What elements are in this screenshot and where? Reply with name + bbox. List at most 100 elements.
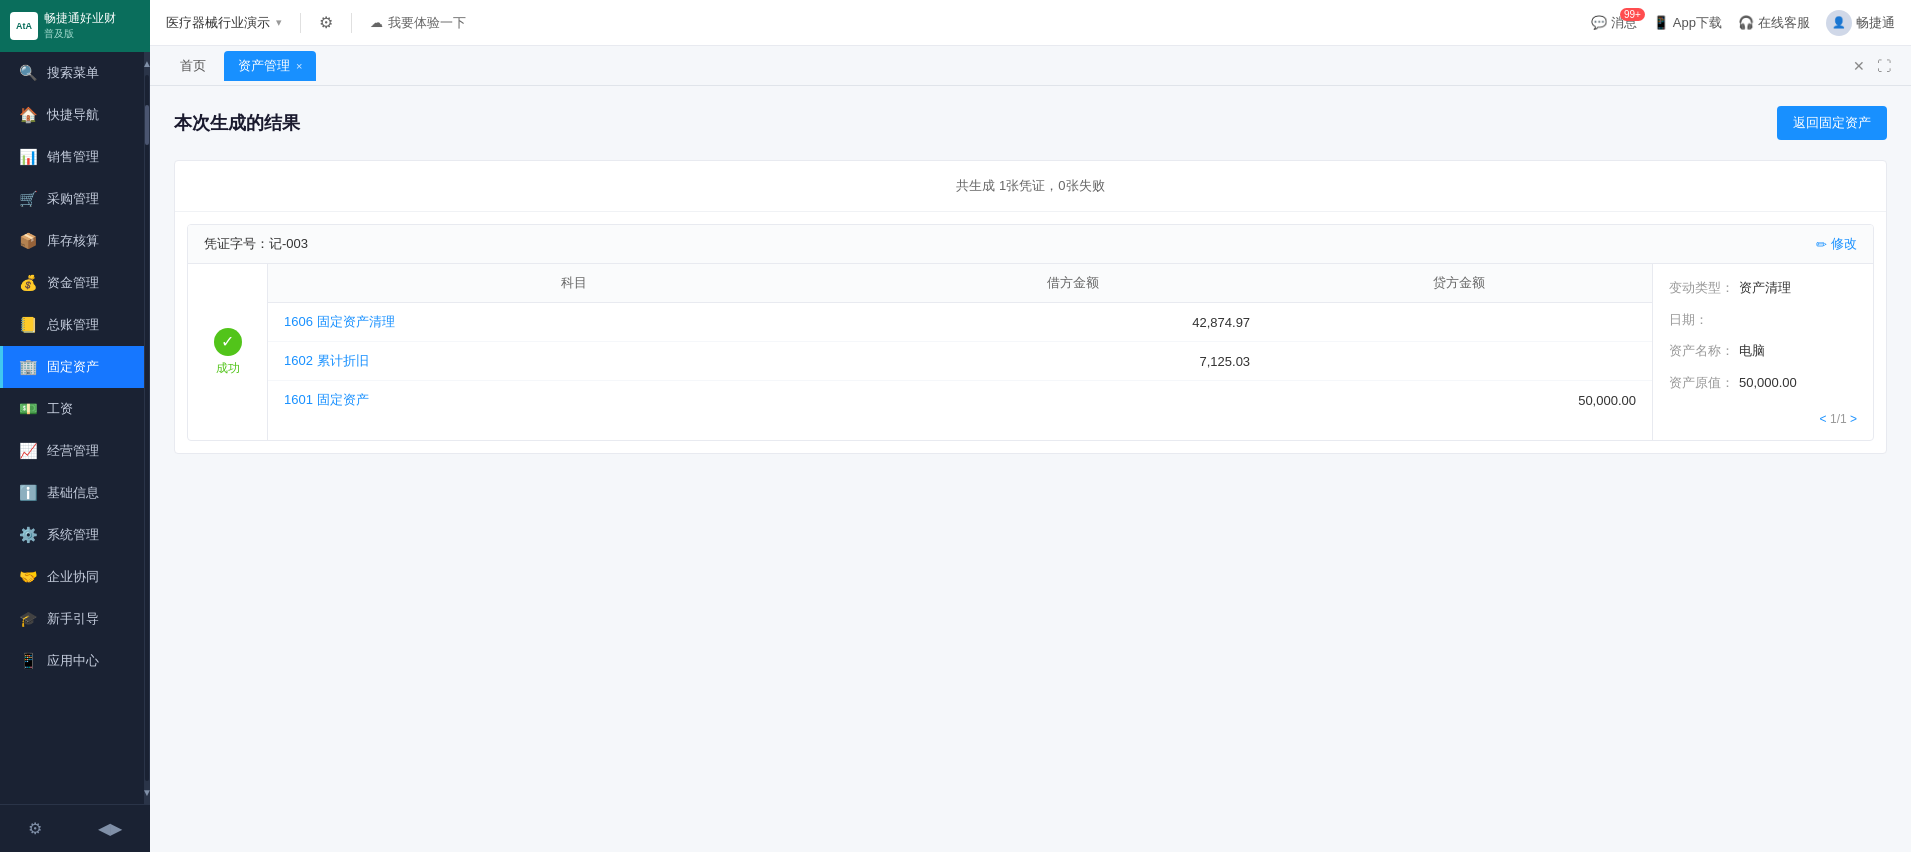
sidebar-item-app-center[interactable]: 📱 应用中心 <box>0 640 144 682</box>
close-panel-button[interactable]: ✕ <box>1849 56 1869 76</box>
sidebar-icon-enterprise: 🤝 <box>19 568 37 586</box>
sidebar-label-finance: 资金管理 <box>47 274 99 292</box>
success-status-cell: ✓ 成功 <box>188 264 268 440</box>
user-menu[interactable]: 👤 畅捷通 <box>1826 10 1895 36</box>
sidebar-icon-operations: 📈 <box>19 442 37 460</box>
sidebar-item-ledger[interactable]: 📒 总账管理 <box>0 304 144 346</box>
scroll-up-arrow[interactable]: ▲ <box>140 56 150 71</box>
sidebar-item-inventory[interactable]: 📦 库存核算 <box>0 220 144 262</box>
success-indicator: ✓ 成功 <box>194 308 262 397</box>
voucher-edit-button[interactable]: ✏ 修改 <box>1816 235 1857 253</box>
original-value-value: 50,000.00 <box>1739 373 1797 393</box>
company-selector[interactable]: 医疗器械行业演示 ▾ <box>166 14 282 32</box>
message-badge: 99+ <box>1620 8 1645 21</box>
voucher-table-container: 科目 借方金额 贷方金额 1606 固定资产清理 42,874.97 1602 … <box>268 264 1653 440</box>
sidebar-label-ledger: 总账管理 <box>47 316 99 334</box>
tab-asset-management[interactable]: 资产管理 × <box>224 51 316 81</box>
prev-page-button[interactable]: < <box>1820 412 1827 426</box>
sidebar-icon-payroll: 💵 <box>19 400 37 418</box>
sidebar-icon-purchase: 🛒 <box>19 190 37 208</box>
sidebar-item-enterprise[interactable]: 🤝 企业协同 <box>0 556 144 598</box>
table-row: 1606 固定资产清理 42,874.97 <box>268 303 1652 342</box>
sidebar-label-fixed-assets: 固定资产 <box>47 358 99 376</box>
sidebar-icon-search: 🔍 <box>19 64 37 82</box>
sidebar-footer: ⚙ ◀▶ <box>0 804 150 852</box>
sidebar-item-quick-nav[interactable]: 🏠 快捷导航 <box>0 94 144 136</box>
sidebar-label-system: 系统管理 <box>47 526 99 544</box>
topbar-settings-button[interactable]: ⚙ <box>319 13 333 32</box>
sidebar-item-fixed-assets[interactable]: 🏢 固定资产 <box>0 346 144 388</box>
message-button[interactable]: 💬 消息 99+ <box>1591 14 1637 32</box>
account-cell[interactable]: 1602 累计折旧 <box>268 342 880 381</box>
page-title: 本次生成的结果 <box>174 111 300 135</box>
page-header: 本次生成的结果 返回固定资产 <box>174 106 1887 140</box>
sidebar-icon-fixed-assets: 🏢 <box>19 358 37 376</box>
online-service-button[interactable]: 🎧 在线客服 <box>1738 14 1810 32</box>
sidebar-item-finance[interactable]: 💰 资金管理 <box>0 262 144 304</box>
original-value-row: 资产原值： 50,000.00 <box>1669 373 1857 393</box>
debit-cell: 7,125.03 <box>880 342 1266 381</box>
sidebar-item-basic-info[interactable]: ℹ️ 基础信息 <box>0 472 144 514</box>
sidebar-label-payroll: 工资 <box>47 400 73 418</box>
message-icon: 💬 <box>1591 15 1607 30</box>
credit-cell: 50,000.00 <box>1266 381 1652 420</box>
result-summary: 共生成 1张凭证，0张失败 <box>175 161 1886 212</box>
tab-home[interactable]: 首页 <box>166 49 220 83</box>
trial-label: 我要体验一下 <box>388 14 466 32</box>
sidebar-item-guide[interactable]: 🎓 新手引导 <box>0 598 144 640</box>
collapse-button[interactable]: ◀▶ <box>90 815 130 842</box>
app-logo: AtA 畅捷通好业财 普及版 <box>0 0 150 52</box>
app-edition: 普及版 <box>44 27 116 41</box>
return-button[interactable]: 返回固定资产 <box>1777 106 1887 140</box>
change-type-value: 资产清理 <box>1739 278 1791 298</box>
change-type-label: 变动类型： <box>1669 278 1739 298</box>
company-name: 医疗器械行业演示 <box>166 14 270 32</box>
sidebar-item-payroll[interactable]: 💵 工资 <box>0 388 144 430</box>
debit-cell: 42,874.97 <box>880 303 1266 342</box>
voucher-table: 科目 借方金额 贷方金额 1606 固定资产清理 42,874.97 1602 … <box>268 264 1652 419</box>
edit-icon: ✏ <box>1816 237 1827 252</box>
sidebar-label-purchase: 采购管理 <box>47 190 99 208</box>
sidebar-label-search: 搜索菜单 <box>47 64 99 82</box>
sidebar-label-quick-nav: 快捷导航 <box>47 106 99 124</box>
asset-name-value: 电脑 <box>1739 341 1765 361</box>
sidebar-label-app-center: 应用中心 <box>47 652 99 670</box>
sidebar-item-operations[interactable]: 📈 经营管理 <box>0 430 144 472</box>
scroll-down-arrow[interactable]: ▼ <box>140 785 150 800</box>
voucher-number: 凭证字号：记-003 <box>204 235 308 253</box>
voucher-header: 凭证字号：记-003 ✏ 修改 <box>188 225 1873 264</box>
col-header-debit: 借方金额 <box>880 264 1266 303</box>
dropdown-icon: ▾ <box>276 16 282 29</box>
sidebar-item-purchase[interactable]: 🛒 采购管理 <box>0 178 144 220</box>
sidebar-icon-basic-info: ℹ️ <box>19 484 37 502</box>
settings-footer-button[interactable]: ⚙ <box>20 815 50 842</box>
sidebar-item-system[interactable]: ⚙️ 系统管理 <box>0 514 144 556</box>
app-name: 畅捷通好业财 <box>44 11 116 27</box>
voucher-section: 凭证字号：记-003 ✏ 修改 ✓ 成功 <box>187 224 1874 441</box>
sidebar-item-sales[interactable]: 📊 销售管理 <box>0 136 144 178</box>
topbar-right: 💬 消息 99+ 📱 App下载 🎧 在线客服 👤 畅捷通 <box>1591 10 1895 36</box>
user-label: 畅捷通 <box>1856 14 1895 32</box>
trial-button[interactable]: ☁ 我要体验一下 <box>370 14 466 32</box>
sidebar-icon-guide: 🎓 <box>19 610 37 628</box>
asset-name-label: 资产名称： <box>1669 341 1739 361</box>
tab-close-button[interactable]: × <box>296 60 302 72</box>
app-download-label: App下载 <box>1673 14 1722 32</box>
app-download-icon: 📱 <box>1653 15 1669 30</box>
topbar: 医疗器械行业演示 ▾ ⚙ ☁ 我要体验一下 💬 消息 99+ 📱 App下载 🎧… <box>150 0 1911 46</box>
original-value-label: 资产原值： <box>1669 373 1739 393</box>
app-download-button[interactable]: 📱 App下载 <box>1653 14 1722 32</box>
sidebar-label-sales: 销售管理 <box>47 148 99 166</box>
topbar-divider-2 <box>351 13 352 33</box>
col-header-account: 科目 <box>268 264 880 303</box>
expand-panel-button[interactable]: ⛶ <box>1873 56 1895 76</box>
account-cell[interactable]: 1606 固定资产清理 <box>268 303 880 342</box>
sidebar-label-enterprise: 企业协同 <box>47 568 99 586</box>
sidebar-item-search[interactable]: 🔍 搜索菜单 <box>0 52 144 94</box>
sidebar-icon-finance: 💰 <box>19 274 37 292</box>
debit-cell <box>880 381 1266 420</box>
page-content-area: 本次生成的结果 返回固定资产 共生成 1张凭证，0张失败 凭证字号：记-003 … <box>150 86 1911 852</box>
next-page-button[interactable]: > <box>1850 412 1857 426</box>
result-card: 共生成 1张凭证，0张失败 凭证字号：记-003 ✏ 修改 ✓ 成功 <box>174 160 1887 454</box>
account-cell[interactable]: 1601 固定资产 <box>268 381 880 420</box>
